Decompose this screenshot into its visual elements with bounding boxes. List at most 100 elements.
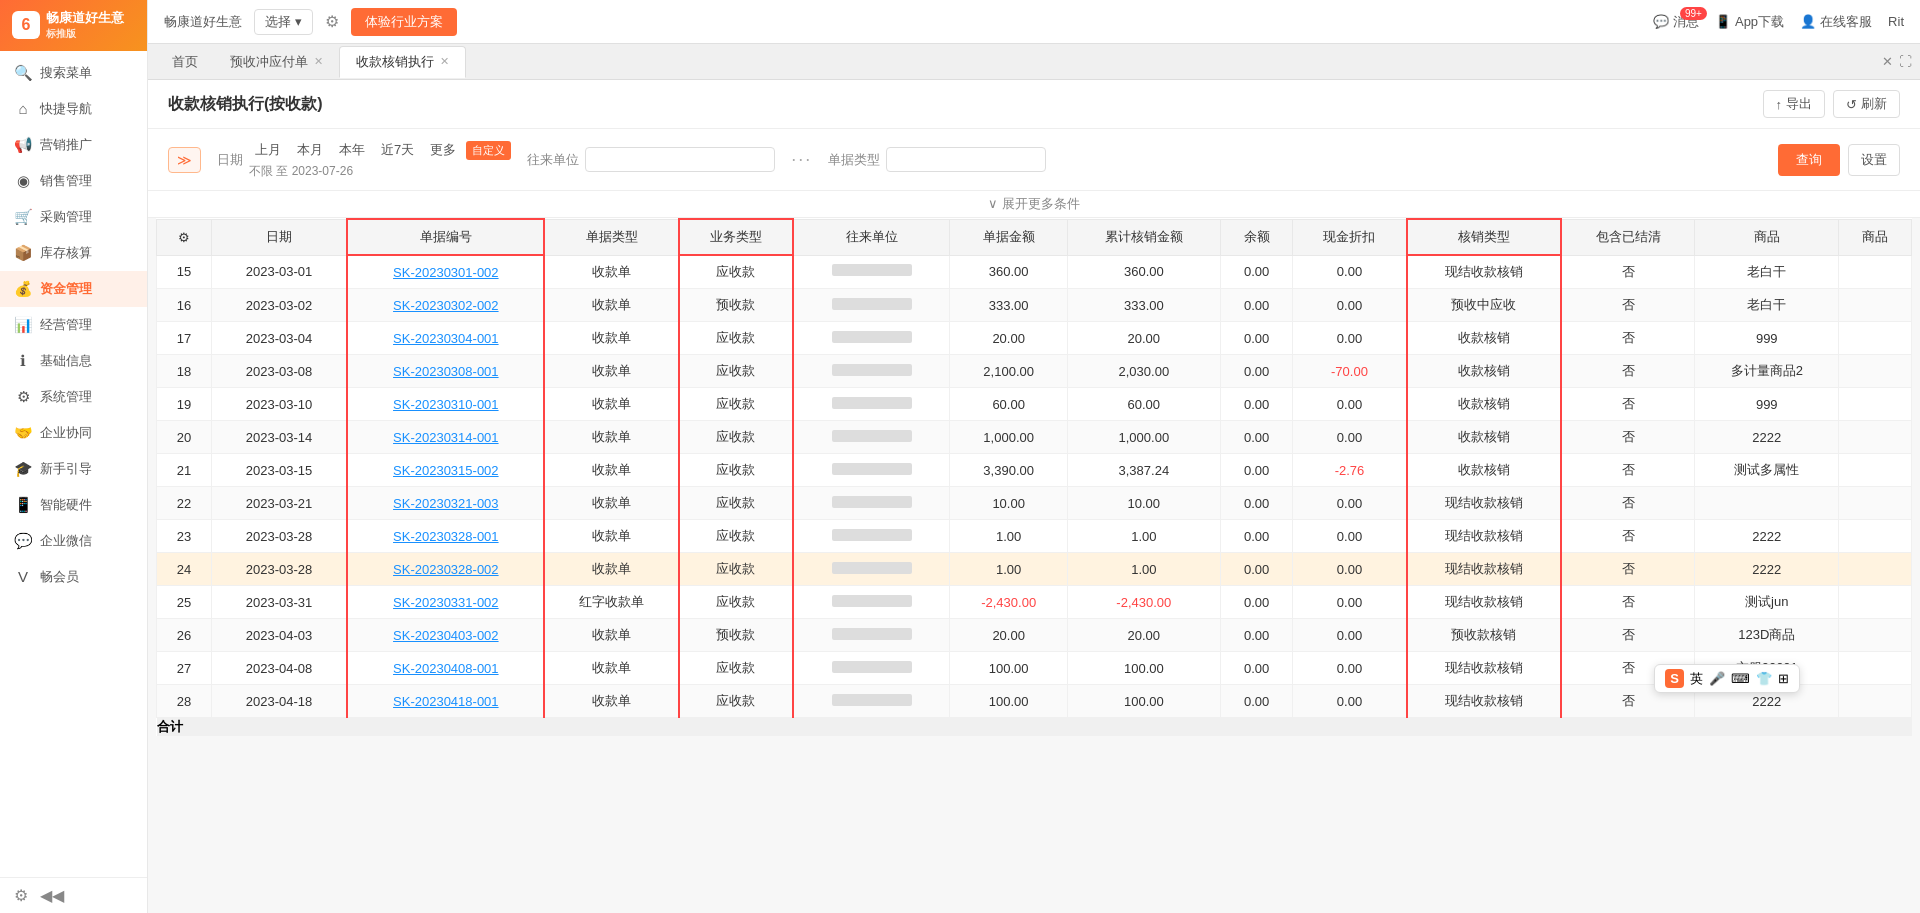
- cell-discount: -70.00: [1293, 355, 1407, 388]
- close-window-icon[interactable]: ✕: [1882, 54, 1893, 69]
- doc-no-link[interactable]: SK-20230301-002: [393, 265, 499, 280]
- widget-mic-icon[interactable]: 🎤: [1709, 671, 1725, 686]
- doc-no-link[interactable]: SK-20230331-002: [393, 595, 499, 610]
- doc-no-link[interactable]: SK-20230328-002: [393, 562, 499, 577]
- cell-biz-type: 应收款: [679, 652, 793, 685]
- refresh-button[interactable]: ↺ 刷新: [1833, 90, 1900, 118]
- app-download-button[interactable]: 📱 App下载: [1715, 13, 1784, 31]
- sidebar-label-marketing: 营销推广: [40, 136, 92, 154]
- export-button[interactable]: ↑ 导出: [1763, 90, 1826, 118]
- cell-included: 否: [1561, 520, 1695, 553]
- expand-bar[interactable]: ∨ 展开更多条件: [148, 191, 1920, 218]
- setting-button[interactable]: 设置: [1848, 144, 1900, 176]
- th-accum: 累计核销金额: [1067, 219, 1220, 255]
- sidebar-label-nav: 快捷导航: [40, 100, 92, 118]
- th-settings[interactable]: ⚙: [157, 219, 212, 255]
- sidebar-item-info[interactable]: ℹ基础信息: [0, 343, 147, 379]
- cell-doc-no: SK-20230408-001: [347, 652, 544, 685]
- date-btn-more[interactable]: 更多: [424, 139, 462, 161]
- collapse-icon[interactable]: ◀◀: [40, 886, 64, 905]
- user-info[interactable]: Rit: [1888, 14, 1904, 29]
- sidebar-item-inventory[interactable]: 📦库存核算: [0, 235, 147, 271]
- sidebar-item-search[interactable]: 🔍搜索菜单: [0, 55, 147, 91]
- topbar-dropdown[interactable]: 选择 ▾: [254, 9, 313, 35]
- tab-home[interactable]: 首页: [156, 47, 214, 77]
- table-row: 21 2023-03-15 SK-20230315-002 收款单 应收款 3,…: [157, 454, 1912, 487]
- doc-no-link[interactable]: SK-20230408-001: [393, 661, 499, 676]
- sidebar-item-guide[interactable]: 🎓新手引导: [0, 451, 147, 487]
- system-icon: ⚙: [14, 388, 32, 406]
- doc-no-link[interactable]: SK-20230302-002: [393, 298, 499, 313]
- solution-button[interactable]: 体验行业方案: [351, 8, 457, 36]
- sidebar-item-hardware[interactable]: 📱智能硬件: [0, 487, 147, 523]
- widget-grid-icon[interactable]: ⊞: [1778, 671, 1789, 686]
- sidebar-item-operations[interactable]: 📊经营管理: [0, 307, 147, 343]
- date-label: 日期: [217, 151, 243, 169]
- sidebar-item-member[interactable]: V畅会员: [0, 559, 147, 595]
- cell-verify-type: 收款核销: [1407, 421, 1562, 454]
- sidebar-item-nav[interactable]: ⌂快捷导航: [0, 91, 147, 127]
- table-row: 16 2023-03-02 SK-20230302-002 收款单 预收款 33…: [157, 289, 1912, 322]
- cell-verify-type: 预收款核销: [1407, 619, 1562, 652]
- logo-icon: 6: [12, 11, 40, 39]
- sidebar-item-funds[interactable]: 💰资金管理: [0, 271, 147, 307]
- sidebar-item-collab[interactable]: 🤝企业协同: [0, 415, 147, 451]
- date-btn-this-year[interactable]: 本年: [333, 139, 371, 161]
- floating-input-widget[interactable]: S 英 🎤 ⌨ 👕 ⊞: [1654, 664, 1800, 693]
- date-btn-last-month[interactable]: 上月: [249, 139, 287, 161]
- page-content: 收款核销执行(按收款) ↑ 导出 ↺ 刷新 ≫ 日期 上月: [148, 80, 1920, 913]
- service-button[interactable]: 👤 在线客服: [1800, 13, 1872, 31]
- table-row: 25 2023-03-31 SK-20230331-002 红字收款单 应收款 …: [157, 586, 1912, 619]
- tab-prepay[interactable]: 预收冲应付单 ✕: [214, 47, 339, 77]
- cell-partner: [793, 520, 950, 553]
- th-verify-type: 核销类型: [1407, 219, 1562, 255]
- cell-accum: 360.00: [1067, 255, 1220, 289]
- doc-no-link[interactable]: SK-20230310-001: [393, 397, 499, 412]
- widget-keyboard-icon[interactable]: ⌨: [1731, 671, 1750, 686]
- gear-icon[interactable]: ⚙: [325, 12, 339, 31]
- cell-goods1: 123D商品: [1695, 619, 1839, 652]
- table-row: 19 2023-03-10 SK-20230310-001 收款单 应收款 60…: [157, 388, 1912, 421]
- tab-prepay-close[interactable]: ✕: [314, 55, 323, 68]
- doc-no-link[interactable]: SK-20230308-001: [393, 364, 499, 379]
- date-btn-7days[interactable]: 近7天: [375, 139, 420, 161]
- search-icon: 🔍: [14, 64, 32, 82]
- maximize-icon[interactable]: ⛶: [1899, 54, 1912, 69]
- sidebar-item-wechat[interactable]: 💬企业微信: [0, 523, 147, 559]
- sidebar-label-operations: 经营管理: [40, 316, 92, 334]
- table-body: 15 2023-03-01 SK-20230301-002 收款单 应收款 36…: [157, 255, 1912, 718]
- cell-doc-type: 收款单: [544, 255, 678, 289]
- doc-no-link[interactable]: SK-20230315-002: [393, 463, 499, 478]
- cell-accum: 20.00: [1067, 322, 1220, 355]
- partner-input[interactable]: [585, 147, 775, 172]
- cell-biz-type: 应收款: [679, 454, 793, 487]
- query-button[interactable]: 查询: [1778, 144, 1840, 176]
- cell-verify-type: 现结收款核销: [1407, 586, 1562, 619]
- doc-no-link[interactable]: SK-20230403-002: [393, 628, 499, 643]
- cell-amount: 1.00: [950, 553, 1067, 586]
- tab-verify[interactable]: 收款核销执行 ✕: [339, 46, 466, 78]
- cell-partner: [793, 421, 950, 454]
- tab-verify-close[interactable]: ✕: [440, 55, 449, 68]
- doc-no-link[interactable]: SK-20230321-003: [393, 496, 499, 511]
- cell-amount: 1.00: [950, 520, 1067, 553]
- cell-no: 25: [157, 586, 212, 619]
- cell-verify-type: 收款核销: [1407, 454, 1562, 487]
- widget-shirt-icon[interactable]: 👕: [1756, 671, 1772, 686]
- doctype-select[interactable]: [886, 147, 1046, 172]
- cell-discount: 0.00: [1293, 652, 1407, 685]
- date-custom-btn[interactable]: 自定义: [466, 141, 511, 160]
- message-button[interactable]: 💬 消息 99+: [1653, 13, 1699, 31]
- doc-no-link[interactable]: SK-20230304-001: [393, 331, 499, 346]
- sidebar-item-purchase[interactable]: 🛒采购管理: [0, 199, 147, 235]
- doc-no-link[interactable]: SK-20230328-001: [393, 529, 499, 544]
- filter-toggle-button[interactable]: ≫: [168, 147, 201, 173]
- sidebar-item-sales[interactable]: ◉销售管理: [0, 163, 147, 199]
- doc-no-link[interactable]: SK-20230314-001: [393, 430, 499, 445]
- doc-no-link[interactable]: SK-20230418-001: [393, 694, 499, 709]
- date-btn-this-month[interactable]: 本月: [291, 139, 329, 161]
- sidebar-item-marketing[interactable]: 📢营销推广: [0, 127, 147, 163]
- cell-goods1: 2222: [1695, 553, 1839, 586]
- sidebar-item-system[interactable]: ⚙系统管理: [0, 379, 147, 415]
- settings-icon[interactable]: ⚙: [14, 886, 28, 905]
